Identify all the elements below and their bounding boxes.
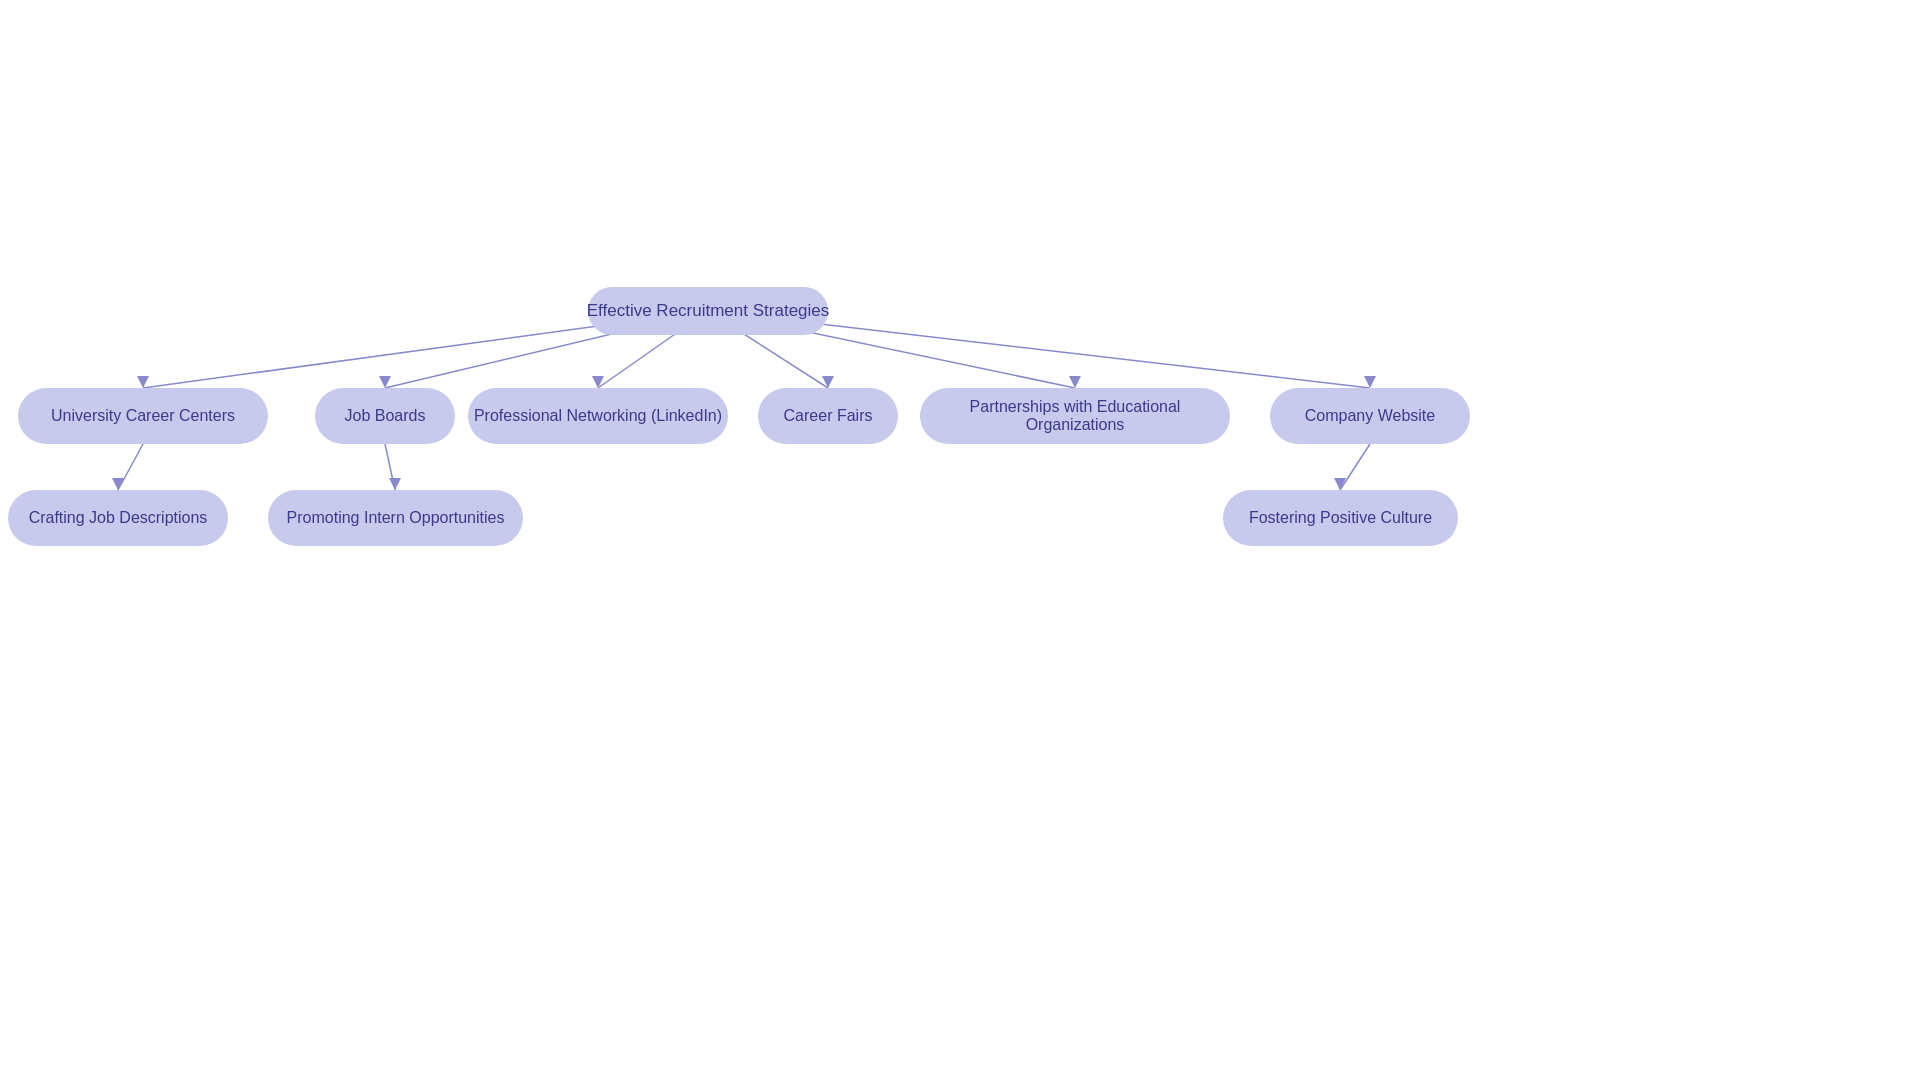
svg-line-12 — [118, 444, 143, 490]
node-companywebsite: Company Website — [1270, 388, 1470, 444]
node-partnerships: Partnerships with Educational Organizati… — [920, 388, 1230, 444]
svg-marker-7 — [379, 376, 391, 388]
svg-marker-11 — [1364, 376, 1376, 388]
svg-marker-17 — [1334, 478, 1346, 490]
node-university: University Career Centers — [18, 388, 268, 444]
svg-marker-9 — [822, 376, 834, 388]
svg-marker-10 — [1069, 376, 1081, 388]
node-fostering: Fostering Positive Culture — [1223, 490, 1458, 546]
node-careerfairs: Career Fairs — [758, 388, 898, 444]
svg-line-14 — [385, 444, 395, 490]
node-crafting: Crafting Job Descriptions — [8, 490, 228, 546]
node-promoting: Promoting Intern Opportunities — [268, 490, 523, 546]
svg-marker-6 — [137, 376, 149, 388]
svg-line-16 — [1340, 444, 1370, 490]
root-node: Effective Recruitment Strategies — [588, 287, 828, 335]
node-linkedin: Professional Networking (LinkedIn) — [468, 388, 728, 444]
svg-marker-8 — [592, 376, 604, 388]
svg-marker-13 — [112, 478, 124, 490]
diagram-container: Effective Recruitment Strategies Univers… — [0, 0, 1920, 1083]
node-jobboards: Job Boards — [315, 388, 455, 444]
svg-marker-15 — [389, 478, 401, 490]
